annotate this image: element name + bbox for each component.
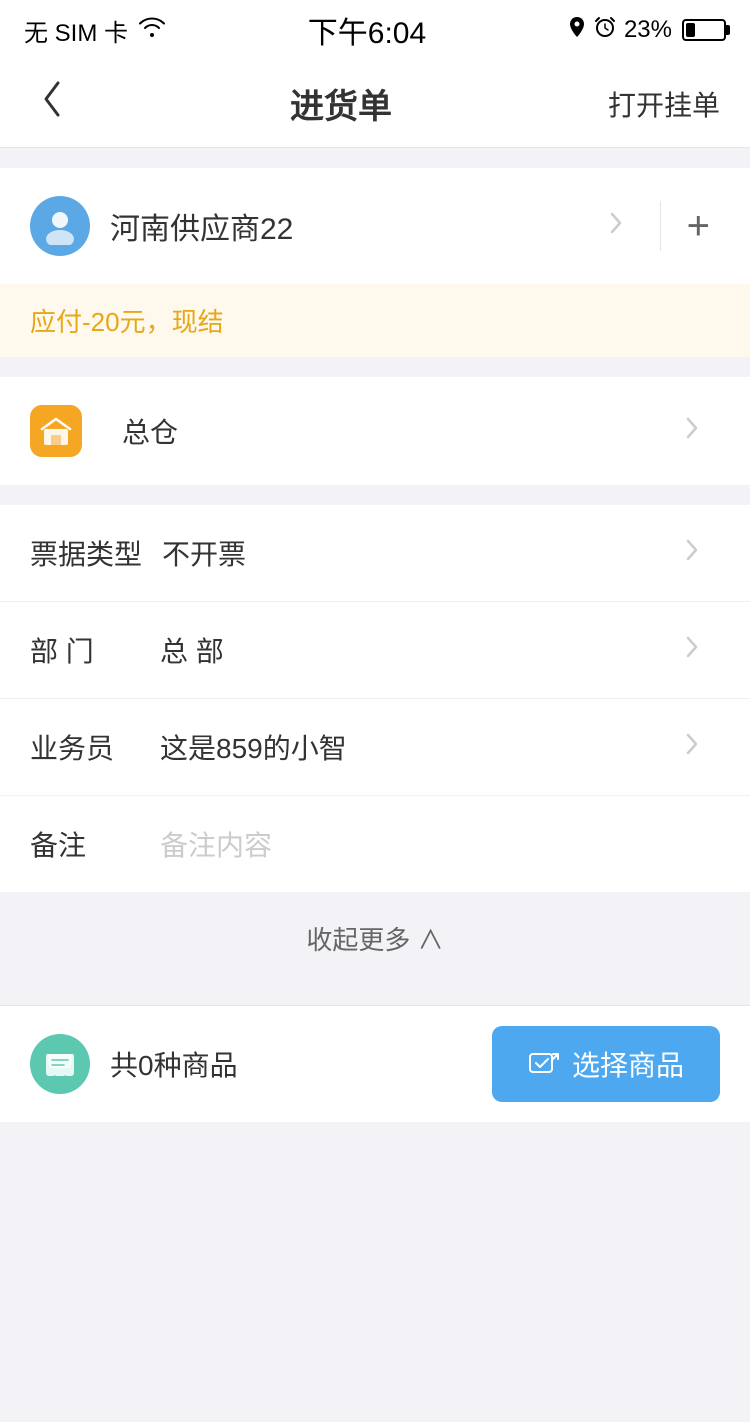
department-chevron-icon [684, 634, 700, 667]
salesperson-row[interactable]: 业务员 这是859的小智 [0, 699, 750, 796]
supplier-avatar [30, 196, 90, 256]
notice-bar: 应付-20元，现结 [0, 284, 750, 357]
warehouse-card: 总仓 [0, 377, 750, 485]
warehouse-row[interactable]: 总仓 [0, 377, 750, 485]
status-left: 无 SIM 卡 [24, 13, 166, 48]
supplier-name: 河南供应商22 [110, 204, 608, 248]
department-row[interactable]: 部 门 总 部 [0, 602, 750, 699]
carrier-text: 无 SIM 卡 [24, 13, 128, 48]
nav-bar: 进货单 打开挂单 [0, 60, 750, 148]
salesperson-label: 业务员 [30, 727, 140, 767]
alarm-icon [594, 16, 616, 45]
vertical-divider [660, 201, 661, 251]
page-title: 进货单 [290, 79, 392, 128]
form-section: 票据类型 不开票 部 门 总 部 业务员 这是859的小智 备注 备注内容 [0, 505, 750, 892]
footer-bar: 共0种商品 选择商品 [0, 1005, 750, 1122]
open-pending-button[interactable]: 打开挂单 [608, 84, 720, 124]
invoice-type-label: 票据类型 [30, 533, 142, 573]
section-gap-2 [0, 357, 750, 377]
add-supplier-button[interactable]: + [677, 204, 720, 249]
section-gap-1 [0, 148, 750, 168]
battery-icon [682, 19, 726, 41]
status-right: 23% [568, 16, 726, 45]
remark-row[interactable]: 备注 备注内容 [0, 796, 750, 892]
status-time: 下午6:04 [308, 8, 426, 52]
page-background [0, 1122, 750, 1422]
department-label: 部 门 [30, 630, 140, 670]
product-count: 共0种商品 [110, 1044, 492, 1084]
invoice-type-row[interactable]: 票据类型 不开票 [0, 505, 750, 602]
supplier-card: 河南供应商22 + 应付-20元，现结 [0, 168, 750, 357]
department-value: 总 部 [140, 630, 684, 670]
collapse-row[interactable]: 收起更多 ∧ [0, 892, 750, 985]
salesperson-value: 这是859的小智 [140, 727, 684, 767]
select-product-button[interactable]: 选择商品 [492, 1026, 720, 1102]
wifi-icon [138, 16, 166, 44]
footer-cart-icon [30, 1034, 90, 1094]
battery-percent: 23% [624, 16, 672, 44]
supplier-row[interactable]: 河南供应商22 + [0, 168, 750, 284]
remark-value: 备注内容 [140, 824, 720, 864]
warehouse-chevron-icon [684, 415, 700, 448]
notice-text: 应付-20元，现结 [30, 307, 224, 337]
status-bar: 无 SIM 卡 下午6:04 23% [0, 0, 750, 60]
location-icon [568, 16, 586, 45]
supplier-chevron-icon [608, 210, 624, 243]
warehouse-icon-bg [30, 405, 82, 457]
collapse-text: 收起更多 ∧ [306, 920, 443, 957]
back-button[interactable] [30, 69, 74, 138]
invoice-type-chevron-icon [684, 537, 700, 570]
salesperson-chevron-icon [684, 731, 700, 764]
select-product-label: 选择商品 [572, 1044, 684, 1084]
remark-label: 备注 [30, 824, 140, 864]
warehouse-name: 总仓 [102, 411, 684, 451]
invoice-type-value: 不开票 [142, 533, 684, 573]
